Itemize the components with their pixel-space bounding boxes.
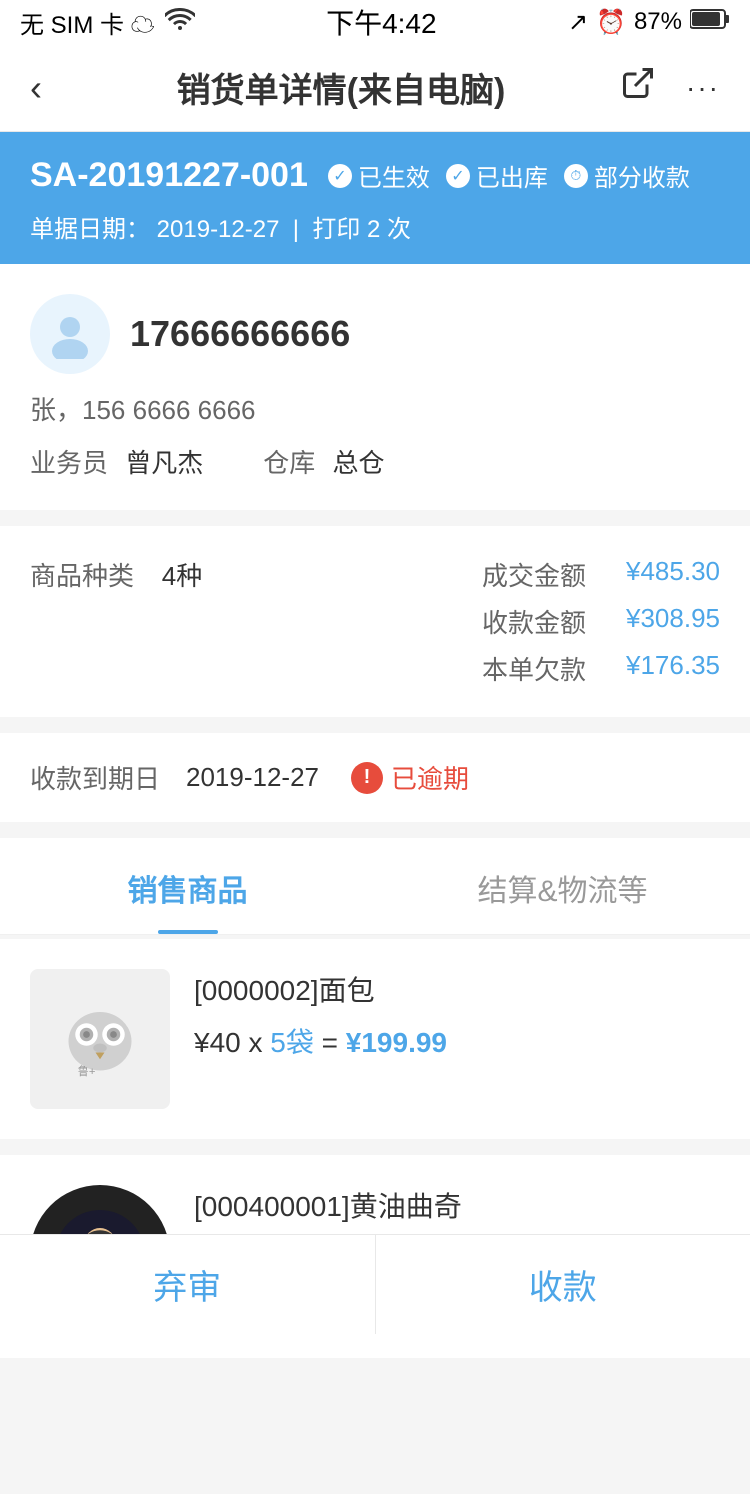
product-image-1: 鲁+ (30, 969, 170, 1109)
deal-amount-value: ¥485.30 (626, 556, 720, 593)
product-price-1: ¥40 x 5袋 = ¥199.99 (194, 1021, 720, 1061)
tabs-section: 销售商品 结算&物流等 (0, 838, 750, 935)
partial-label: 部分收款 (594, 158, 690, 193)
back-button[interactable]: ‹ (30, 67, 42, 109)
tab-settlement[interactable]: 结算&物流等 (375, 838, 750, 934)
summary-section: 商品种类 4种 成交金额 ¥485.30 收款金额 ¥308.95 本单欠款 ¥… (0, 526, 750, 717)
warehouse-value: 总仓 (333, 448, 385, 478)
salesman-info: 业务员 曾凡杰 (30, 443, 203, 480)
customer-phone: 17666666666 (130, 313, 350, 355)
customer-section: 17666666666 张，156 6666 6666 业务员 曾凡杰 仓库 总… (0, 264, 750, 510)
received-amount-value: ¥308.95 (626, 603, 720, 640)
item-type-value: 4种 (162, 561, 202, 591)
battery-level: 87% (634, 8, 682, 36)
tab-products-label: 销售商品 (128, 875, 248, 908)
cancel-button[interactable]: 弃审 (0, 1235, 376, 1334)
product-total-1: ¥199.99 (346, 1027, 447, 1058)
product-info-1: [0000002]面包 ¥40 x 5袋 = ¥199.99 (194, 969, 720, 1061)
order-date: 单据日期： 2019-12-27 | 打印 2 次 (30, 209, 720, 244)
list-item: 鲁+ [0000002]面包 ¥40 x 5袋 = ¥199.99 (0, 939, 750, 1139)
warehouse-info: 仓库 总仓 (263, 443, 384, 480)
shipped-icon: ✓ (446, 164, 470, 188)
status-bar-right: ↗ ⏰ 87% (568, 8, 730, 37)
deal-amount-row: 成交金额 ¥485.30 (482, 556, 720, 593)
date-label: 单据日期： (30, 216, 150, 243)
received-amount-row: 收款金额 ¥308.95 (482, 603, 720, 640)
overdue-icon: ! (351, 762, 383, 794)
product-unit-price-1: ¥40 (194, 1027, 241, 1058)
partial-icon: ⏱ (564, 164, 588, 188)
nav-actions: ··· (620, 65, 720, 110)
page-title: 销货单详情(来自电脑) (62, 63, 620, 112)
more-button[interactable]: ··· (686, 72, 720, 104)
status-partial: ⏱ 部分收款 (564, 158, 690, 193)
deal-amount-label: 成交金额 (482, 556, 586, 593)
status-badges: ✓ 已生效 ✓ 已出库 ⏱ 部分收款 (328, 158, 690, 193)
battery-icon (690, 8, 730, 37)
alarm-icon: ⏰ (596, 8, 626, 37)
owed-amount-label: 本单欠款 (482, 650, 586, 687)
product-name-2: [000400001]黄油曲奇 (194, 1185, 720, 1225)
sim-status: 无 SIM 卡 ☁ (20, 5, 155, 40)
product-qty-1: 5袋 (270, 1027, 314, 1058)
tab-settlement-label: 结算&物流等 (477, 875, 647, 908)
tabs: 销售商品 结算&物流等 (0, 838, 750, 935)
status-bar-left: 无 SIM 卡 ☁ (20, 5, 195, 40)
overdue-label: 已逾期 (391, 759, 469, 796)
confirm-button[interactable]: 收款 (376, 1235, 750, 1334)
bottom-bar: 弃审 收款 (0, 1234, 750, 1334)
product-name-1: [0000002]面包 (194, 969, 720, 1009)
status-bar: 无 SIM 卡 ☁ 下午4:42 ↗ ⏰ 87% (0, 0, 750, 44)
owed-amount-row: 本单欠款 ¥176.35 (482, 650, 720, 687)
print-info: 打印 2 次 (312, 216, 411, 243)
salesman-label: 业务员 (30, 448, 108, 478)
item-type-label: 商品种类 (30, 561, 134, 591)
due-date-value: 2019-12-27 (186, 762, 319, 793)
products-section: 鲁+ [0000002]面包 ¥40 x 5袋 = ¥199.99 (0, 939, 750, 1494)
order-number: SA-20191227-001 (30, 156, 308, 195)
customer-meta: 业务员 曾凡杰 仓库 总仓 (30, 443, 720, 480)
item-type: 商品种类 4种 (30, 556, 202, 593)
salesman-value: 曾凡杰 (125, 448, 203, 478)
avatar (30, 294, 110, 374)
status-bar-time: 下午4:42 (326, 2, 437, 42)
status-shipped: ✓ 已出库 (446, 158, 548, 193)
nav-bar: ‹ 销货单详情(来自电脑) ··· (0, 44, 750, 132)
customer-name-info: 张，156 6666 6666 (30, 390, 720, 427)
shipped-label: 已出库 (476, 158, 548, 193)
date-value: 2019-12-27 (157, 216, 280, 243)
received-amount-label: 收款金额 (482, 603, 586, 640)
location-icon: ↗ (568, 8, 588, 37)
due-date-section: 收款到期日 2019-12-27 ! 已逾期 (0, 733, 750, 822)
overdue-badge: ! 已逾期 (351, 759, 469, 796)
tab-products[interactable]: 销售商品 (0, 838, 375, 934)
amount-summary: 成交金额 ¥485.30 收款金额 ¥308.95 本单欠款 ¥176.35 (482, 556, 720, 687)
svg-text:鲁+: 鲁+ (78, 1064, 96, 1078)
order-header: SA-20191227-001 ✓ 已生效 ✓ 已出库 ⏱ 部分收款 单据日期：… (0, 132, 750, 264)
warehouse-label: 仓库 (263, 448, 315, 478)
share-button[interactable] (620, 65, 656, 110)
wifi-icon (165, 8, 195, 37)
effective-label: 已生效 (358, 158, 430, 193)
owed-amount-value: ¥176.35 (626, 650, 720, 687)
effective-icon: ✓ (328, 164, 352, 188)
due-date-label: 收款到期日 (30, 759, 160, 796)
status-effective: ✓ 已生效 (328, 158, 430, 193)
